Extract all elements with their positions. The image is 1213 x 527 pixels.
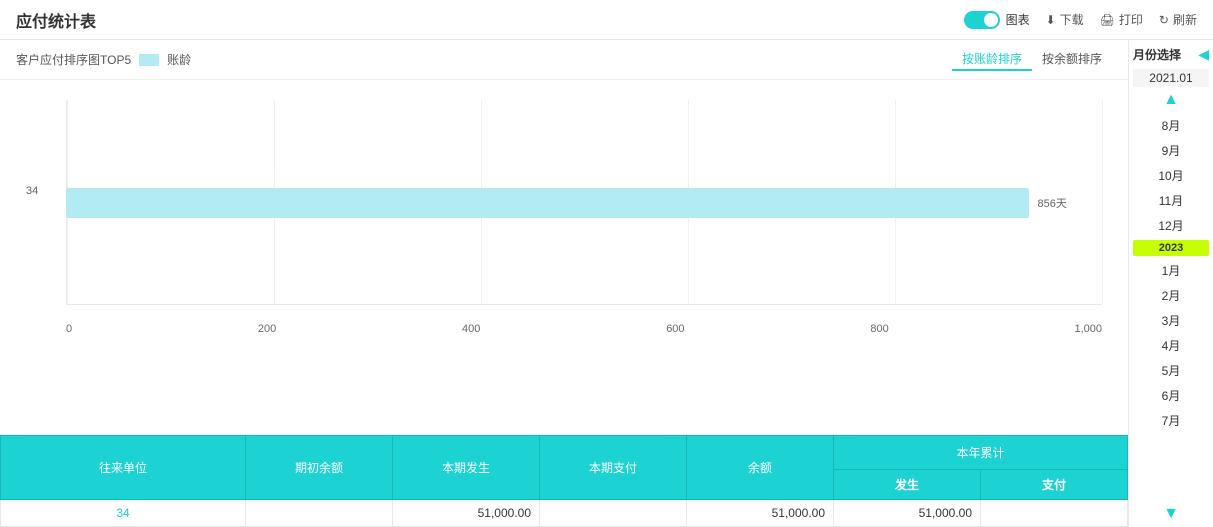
- cell-opening: [246, 500, 393, 527]
- sidebar-month-7[interactable]: 7月: [1129, 408, 1213, 433]
- sidebar-title: 月份选择: [1133, 46, 1181, 63]
- cell-current-amount: 51,000.00: [393, 500, 540, 527]
- col-ytd-amount-header: 发生: [834, 470, 981, 500]
- cell-balance: 51,000.00: [687, 500, 834, 527]
- chart-x-axis: 0 200 400 600 800 1,000: [66, 323, 1102, 335]
- grid-line-1000: [1102, 100, 1103, 304]
- sidebar-month-1[interactable]: 1月: [1129, 258, 1213, 283]
- chart-toggle-switch[interactable]: [964, 11, 1000, 29]
- print-button[interactable]: 🖨 打印: [1100, 11, 1143, 28]
- legend-box: [139, 54, 159, 66]
- chart-toggle-label: 图表: [1006, 11, 1030, 28]
- col-current-header: 本期发生: [393, 436, 540, 500]
- col-opening-header: 期初余额: [246, 436, 393, 500]
- x-tick-400: 400: [462, 323, 480, 335]
- col-balance-header: 余额: [687, 436, 834, 500]
- chart-section: 客户应付排序图TOP5 账龄 按账龄排序 按余额排序 34: [0, 40, 1128, 527]
- sidebar-month-9[interactable]: 9月: [1129, 138, 1213, 163]
- table-row: 34 51,000.00 51,000.00 51,000.00: [1, 500, 1128, 527]
- sidebar-month-8[interactable]: 8月: [1129, 113, 1213, 138]
- download-button[interactable]: ⬇ 下载: [1046, 11, 1084, 28]
- x-tick-200: 200: [258, 323, 276, 335]
- table-section: 往来单位 期初余额 本期发生 本期支付 余额 本年累计 发生 支付: [0, 435, 1128, 527]
- chart-canvas: 34: [16, 90, 1112, 340]
- sort-by-amount-button[interactable]: 按余额排序: [1032, 48, 1112, 71]
- download-icon: ⬇: [1046, 13, 1056, 27]
- col-ytd-paid-header: 支付: [981, 470, 1128, 500]
- refresh-label: 刷新: [1173, 11, 1197, 28]
- x-tick-800: 800: [870, 323, 888, 335]
- sidebar-month-10[interactable]: 10月: [1129, 163, 1213, 188]
- sidebar-month-12[interactable]: 12月: [1129, 213, 1213, 238]
- x-tick-1000: 1,000: [1074, 323, 1102, 335]
- header: 应付统计表 图表 ⬇ 下载 🖨 打印 ↻ 刷新: [0, 0, 1213, 40]
- chart-body: 34: [0, 80, 1128, 435]
- bar-area: 856天: [66, 100, 1102, 305]
- x-tick-0: 0: [66, 323, 72, 335]
- print-label: 打印: [1119, 11, 1143, 28]
- cell-ytd-paid: [981, 500, 1128, 527]
- main-content: 客户应付排序图TOP5 账龄 按账龄排序 按余额排序 34: [0, 40, 1213, 527]
- legend-label: 客户应付排序图TOP5: [16, 51, 131, 68]
- bar-end-label: 856天: [1037, 195, 1066, 211]
- chart-toggle-group[interactable]: 图表: [964, 11, 1030, 29]
- sidebar-scroll[interactable]: 8月 9月 10月 11月 12月 2023 1月 2月 3月 4月 5月 6月…: [1129, 113, 1213, 501]
- sidebar-header: 月份选择 ◀: [1129, 40, 1213, 69]
- print-icon: 🖨: [1100, 13, 1115, 27]
- sidebar-month-11[interactable]: 11月: [1129, 188, 1213, 213]
- x-tick-600: 600: [666, 323, 684, 335]
- sidebar-nav-up[interactable]: ▲: [1129, 87, 1213, 113]
- chart-header: 客户应付排序图TOP5 账龄 按账龄排序 按余额排序: [0, 40, 1128, 80]
- bar-fill: [66, 188, 1029, 218]
- col-paid-header: 本期支付: [540, 436, 687, 500]
- col-ytd-header: 本年累计: [834, 436, 1128, 470]
- cell-current-paid: [540, 500, 687, 527]
- refresh-icon: ↻: [1159, 13, 1169, 27]
- table-header-row: 往来单位 期初余额 本期发生 本期支付 余额 本年累计: [1, 436, 1128, 470]
- cell-ytd-amount: 51,000.00: [834, 500, 981, 527]
- sidebar-month-2[interactable]: 2月: [1129, 283, 1213, 308]
- data-table: 往来单位 期初余额 本期发生 本期支付 余额 本年累计 发生 支付: [0, 435, 1128, 527]
- app-container: 应付统计表 图表 ⬇ 下载 🖨 打印 ↻ 刷新: [0, 0, 1213, 527]
- unit-link[interactable]: 34: [116, 506, 129, 520]
- chart-legend: 客户应付排序图TOP5 账龄: [16, 51, 191, 68]
- chart-y-label: 34: [26, 185, 38, 197]
- right-sidebar: 月份选择 ◀ 2021.01 ▲ 8月 9月 10月 11月 12月 2023 …: [1128, 40, 1213, 527]
- sidebar-current-year-month: 2021.01: [1133, 69, 1209, 87]
- sidebar-month-4[interactable]: 4月: [1129, 333, 1213, 358]
- sidebar-nav-down[interactable]: ▼: [1129, 501, 1213, 527]
- col-unit-header: 往来单位: [1, 436, 246, 500]
- sidebar-month-3[interactable]: 3月: [1129, 308, 1213, 333]
- sidebar-collapse-icon[interactable]: ◀: [1198, 46, 1209, 63]
- legend-text: 账龄: [167, 51, 191, 68]
- bar-row: 856天: [66, 188, 1102, 218]
- table-wrapper: 往来单位 期初余额 本期发生 本期支付 余额 本年累计 发生 支付: [0, 435, 1128, 527]
- sidebar-year-badge: 2023: [1133, 240, 1209, 256]
- sort-buttons: 按账龄排序 按余额排序: [952, 48, 1112, 71]
- cell-unit: 34: [1, 500, 246, 527]
- refresh-button[interactable]: ↻ 刷新: [1159, 11, 1197, 28]
- sidebar-month-6[interactable]: 6月: [1129, 383, 1213, 408]
- header-actions: 图表 ⬇ 下载 🖨 打印 ↻ 刷新: [964, 11, 1197, 29]
- page-title: 应付统计表: [16, 8, 96, 32]
- sidebar-month-5[interactable]: 5月: [1129, 358, 1213, 383]
- sort-by-balance-button[interactable]: 按账龄排序: [952, 48, 1032, 71]
- download-label: 下载: [1060, 11, 1084, 28]
